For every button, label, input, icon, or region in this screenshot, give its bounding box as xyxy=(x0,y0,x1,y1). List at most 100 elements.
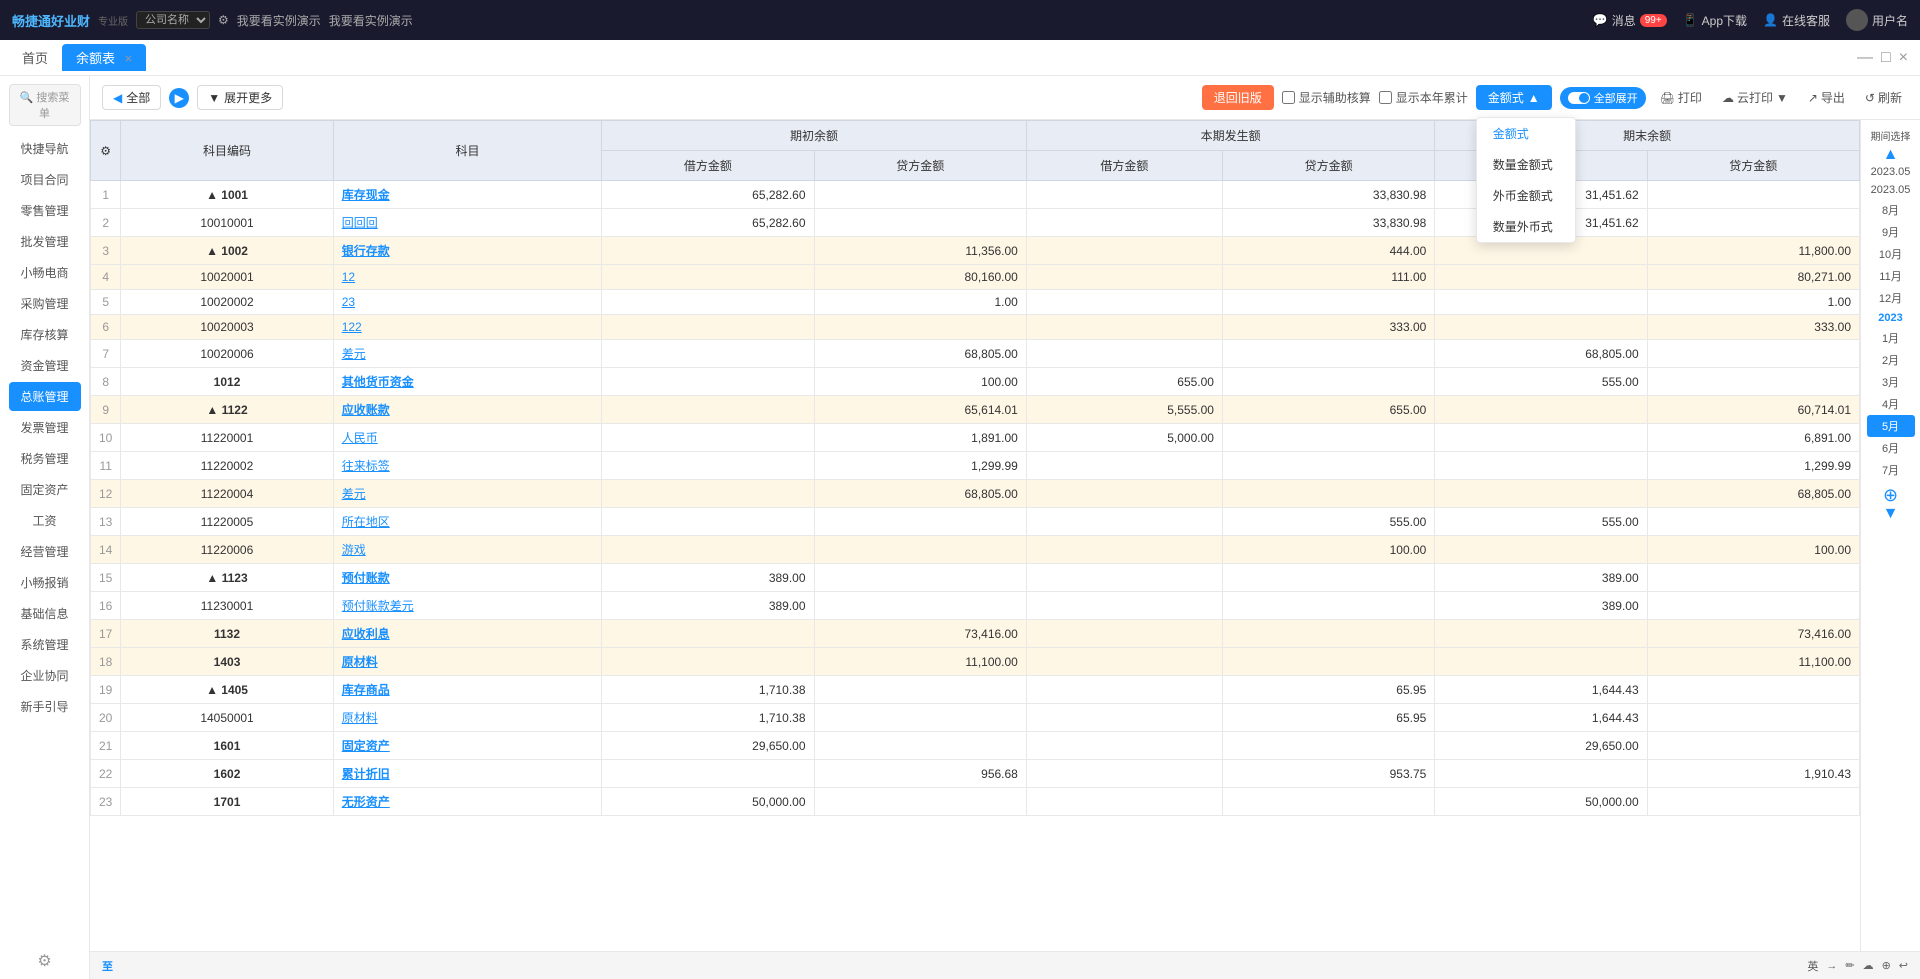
period-8[interactable]: 8月 xyxy=(1867,199,1915,221)
add-icon[interactable]: ⊕ xyxy=(1882,959,1891,972)
row-subject[interactable]: 固定资产 xyxy=(333,732,602,760)
sidebar-item-tax[interactable]: 税务管理 xyxy=(9,444,81,473)
row-subject[interactable]: 其他货币资金 xyxy=(333,368,602,396)
online-service-group[interactable]: 👤 在线客服 xyxy=(1763,12,1830,29)
sidebar-item-finance[interactable]: 资金管理 xyxy=(9,351,81,380)
period-9[interactable]: 9月 xyxy=(1867,221,1915,243)
print-button[interactable]: 🖨 打印 xyxy=(1654,86,1708,109)
sidebar-item-basic[interactable]: 基础信息 xyxy=(9,599,81,628)
window-close-button[interactable]: — □ × xyxy=(1857,49,1908,67)
row-cur-credit: 444.00 xyxy=(1222,237,1434,265)
refresh-button[interactable]: ↺ 刷新 xyxy=(1859,86,1908,109)
dropdown-item-qty-amount[interactable]: 数量金额式 xyxy=(1477,149,1575,180)
amount-mode-container: 金额式 ▲ 金额式 数量金额式 外币金额式 数量外币式 xyxy=(1476,85,1552,110)
period-expand-icon[interactable]: ⊕ xyxy=(1883,485,1898,506)
th-current: 本期发生额 xyxy=(1026,121,1434,151)
window-close-icon[interactable]: × xyxy=(1899,49,1908,67)
tab-home[interactable]: 首页 xyxy=(12,44,58,71)
settings-icon[interactable]: ⚙ xyxy=(218,13,229,27)
sidebar-item-salary[interactable]: 工资 xyxy=(9,506,81,535)
user-group[interactable]: 用户名 xyxy=(1846,9,1908,31)
period-year-2023[interactable]: 2023 xyxy=(1867,309,1915,327)
sidebar-item-operations[interactable]: 经营管理 xyxy=(9,537,81,566)
search-menu[interactable]: 🔍 搜索菜单 xyxy=(9,84,81,126)
sidebar-item-invoice[interactable]: 发票管理 xyxy=(9,413,81,442)
row-subject[interactable]: 无形资产 xyxy=(333,788,602,816)
message-group[interactable]: 💬 消息 99+ xyxy=(1593,12,1667,29)
period-6[interactable]: 6月 xyxy=(1867,437,1915,459)
th-ob-credit: 贷方金额 xyxy=(814,151,1026,181)
window-min-icon[interactable]: — xyxy=(1857,49,1873,67)
row-subject[interactable]: 应收利息 xyxy=(333,620,602,648)
period-2023-05-prev[interactable]: 2023.05 xyxy=(1867,163,1915,181)
dropdown-item-foreign-amount[interactable]: 外币金额式 xyxy=(1477,180,1575,211)
period-1[interactable]: 1月 xyxy=(1867,327,1915,349)
period-11[interactable]: 11月 xyxy=(1867,265,1915,287)
dropdown-item-qty-foreign[interactable]: 数量外币式 xyxy=(1477,211,1575,242)
amount-mode-button[interactable]: 金额式 ▲ xyxy=(1476,85,1552,110)
row-cb-credit xyxy=(1647,788,1859,816)
cloud-print-button[interactable]: ☁ 云打印 ▼ xyxy=(1716,86,1794,109)
period-up-icon[interactable]: ▲ xyxy=(1883,147,1899,163)
period-5[interactable]: 5月 xyxy=(1867,415,1915,437)
period-down-icon[interactable]: ▼ xyxy=(1883,506,1899,522)
status-bar: 至 英 → ✏ ☁ ⊕ ↩ xyxy=(90,951,1920,979)
tab-balance-sheet[interactable]: 余额表 × xyxy=(62,44,146,71)
expand-all-toggle[interactable]: 全部展开 xyxy=(1560,87,1646,109)
row-subject[interactable]: 应收账款 xyxy=(333,396,602,424)
period-2023-05-prev2[interactable]: 2023.05 xyxy=(1867,181,1915,199)
row-cb-credit xyxy=(1647,508,1859,536)
sidebar-settings-icon[interactable]: ⚙ xyxy=(37,951,51,971)
sidebar-item-coop[interactable]: 企业协同 xyxy=(9,661,81,690)
row-subject[interactable]: 库存商品 xyxy=(333,676,602,704)
row-ob-debit: 65,282.60 xyxy=(602,181,814,209)
app-logo: 畅捷通好业财 xyxy=(12,11,90,30)
period-3[interactable]: 3月 xyxy=(1867,371,1915,393)
sidebar-item-project[interactable]: 项目合同 xyxy=(9,165,81,194)
sidebar-item-assets[interactable]: 固定资产 xyxy=(9,475,81,504)
period-2[interactable]: 2月 xyxy=(1867,349,1915,371)
company-selector[interactable]: 公司名称 xyxy=(136,11,210,29)
period-4[interactable]: 4月 xyxy=(1867,393,1915,415)
sidebar-item-retail[interactable]: 零售管理 xyxy=(9,196,81,225)
return-old-button[interactable]: 退回旧版 xyxy=(1202,85,1274,110)
row-subject[interactable]: 累计折旧 xyxy=(333,760,602,788)
sidebar-item-ledger[interactable]: 总账管理 xyxy=(9,382,81,411)
sidebar-item-reports[interactable]: 小畅报销 xyxy=(9,568,81,597)
edit-icon[interactable]: ✏ xyxy=(1845,959,1854,972)
sidebar-item-ecommerce[interactable]: 小畅电商 xyxy=(9,258,81,287)
period-12[interactable]: 12月 xyxy=(1867,287,1915,309)
row-cb-debit: 389.00 xyxy=(1435,592,1647,620)
sidebar-item-inventory[interactable]: 库存核算 xyxy=(9,320,81,349)
row-subject[interactable]: 预付账款 xyxy=(333,564,602,592)
row-subject[interactable]: 库存现金 xyxy=(333,181,602,209)
expand-more-button[interactable]: ▼ 展开更多 xyxy=(197,85,283,110)
dropdown-item-amount[interactable]: 金额式 xyxy=(1477,118,1575,149)
sidebar-item-wholesale[interactable]: 批发管理 xyxy=(9,227,81,256)
period-7[interactable]: 7月 xyxy=(1867,459,1915,481)
ytd-checkbox[interactable] xyxy=(1379,91,1392,104)
th-settings[interactable]: ⚙ xyxy=(91,121,121,181)
top-bar: 畅捷通好业财 专业版 公司名称 ⚙ 我要看实例演示 我要看实例演示 💬 消息 9… xyxy=(0,0,1920,40)
tab-close-icon[interactable]: × xyxy=(125,51,133,66)
sidebar-label-system: 系统管理 xyxy=(13,636,77,653)
helper-checkbox[interactable] xyxy=(1282,91,1295,104)
sidebar-item-guide[interactable]: 新手引导 xyxy=(9,692,81,721)
app-download-group[interactable]: 📱 App下载 xyxy=(1683,12,1747,29)
filter-arrow-button[interactable]: ▶ xyxy=(169,88,189,108)
row-subject[interactable]: 原材料 xyxy=(333,648,602,676)
sidebar-item-purchase[interactable]: 采购管理 xyxy=(9,289,81,318)
export-button[interactable]: ↗ 导出 xyxy=(1802,86,1851,109)
row-cur-credit xyxy=(1222,368,1434,396)
back-icon[interactable]: ↩ xyxy=(1899,959,1908,972)
sidebar-item-quick-nav[interactable]: 快捷导航 xyxy=(9,134,81,163)
period-10[interactable]: 10月 xyxy=(1867,243,1915,265)
sidebar-item-system[interactable]: 系统管理 xyxy=(9,630,81,659)
window-max-icon[interactable]: □ xyxy=(1881,49,1891,67)
all-filter-button[interactable]: ◀ 全部 xyxy=(102,85,161,110)
cloud-icon[interactable]: ☁ xyxy=(1863,959,1874,972)
lang-switch[interactable]: 英 xyxy=(1807,958,1818,974)
demo-link[interactable]: 我要看实例演示 xyxy=(237,12,321,29)
row-subject[interactable]: 银行存款 xyxy=(333,237,602,265)
row-cur-debit xyxy=(1026,181,1222,209)
